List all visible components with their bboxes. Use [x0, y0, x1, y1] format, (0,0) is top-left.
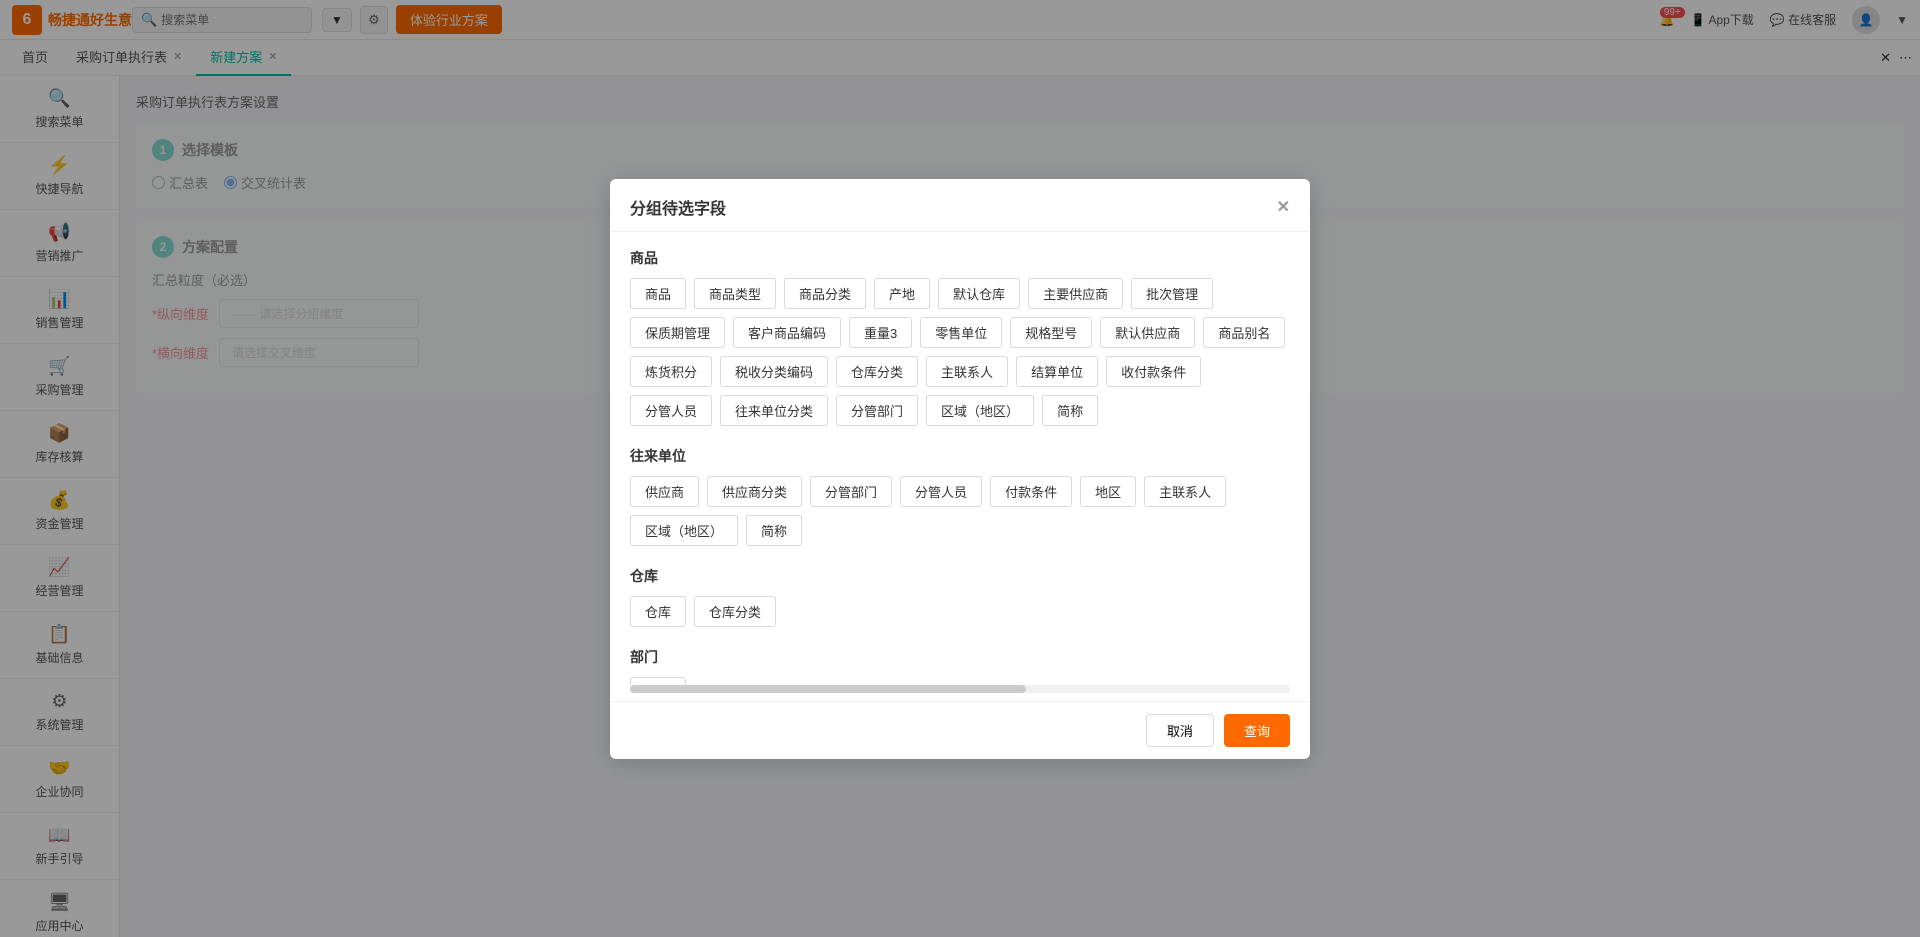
field-tag[interactable]: 往来单位分类 [720, 395, 828, 426]
field-tag[interactable]: 部门 [630, 677, 686, 685]
section-title-department: 部门 [630, 647, 1290, 667]
field-tag[interactable]: 商品分类 [784, 278, 866, 309]
section-warehouse: 仓库 仓库 仓库分类 [630, 566, 1290, 627]
field-tag[interactable]: 商品 [630, 278, 686, 309]
field-tag[interactable]: 仓库分类 [694, 596, 776, 627]
field-tag[interactable]: 结算单位 [1016, 356, 1098, 387]
section-title-product: 商品 [630, 248, 1290, 268]
field-tag[interactable]: 默认供应商 [1100, 317, 1195, 348]
field-tag[interactable]: 产地 [874, 278, 930, 309]
field-tag[interactable]: 主联系人 [926, 356, 1008, 387]
field-tags-warehouse: 仓库 仓库分类 [630, 596, 1290, 627]
field-tag[interactable]: 区域（地区） [926, 395, 1034, 426]
field-tags-department: 部门 [630, 677, 1290, 685]
field-tag[interactable]: 重量3 [849, 317, 912, 348]
modal-overlay: 分组待选字段 ✕ 商品 商品 商品类型 商品分类 产地 默认仓库 主要供应商 [120, 76, 1920, 937]
field-tag[interactable]: 主联系人 [1144, 476, 1226, 507]
section-department: 部门 部门 [630, 647, 1290, 685]
modal-horizontal-scrollbar[interactable] [630, 685, 1290, 693]
confirm-button[interactable]: 查询 [1224, 714, 1290, 747]
hscroll-thumb [630, 685, 1026, 693]
field-tag[interactable]: 客户商品编码 [733, 317, 841, 348]
field-tag[interactable]: 区域（地区） [630, 515, 738, 546]
field-tag[interactable]: 商品别名 [1203, 317, 1285, 348]
field-tag[interactable]: 零售单位 [920, 317, 1002, 348]
field-tag[interactable]: 仓库分类 [836, 356, 918, 387]
field-tag[interactable]: 供应商 [630, 476, 699, 507]
field-tag[interactable]: 付款条件 [990, 476, 1072, 507]
content-area: 采购订单执行表方案设置 1 选择模板 汇总表 交叉统计表 2 方案配置 汇总粒度… [120, 76, 1920, 937]
field-tag[interactable]: 简称 [1042, 395, 1098, 426]
field-tag[interactable]: 地区 [1080, 476, 1136, 507]
field-tag[interactable]: 供应商分类 [707, 476, 802, 507]
field-tag[interactable]: 炼货积分 [630, 356, 712, 387]
section-title-warehouse: 仓库 [630, 566, 1290, 586]
field-tag[interactable]: 主要供应商 [1028, 278, 1123, 309]
field-tag[interactable]: 分管部门 [836, 395, 918, 426]
field-tags-product: 商品 商品类型 商品分类 产地 默认仓库 主要供应商 批次管理 保质期管理 客户… [630, 278, 1290, 426]
modal-title: 分组待选字段 [630, 195, 726, 219]
field-tag[interactable]: 收付款条件 [1106, 356, 1201, 387]
field-tag[interactable]: 保质期管理 [630, 317, 725, 348]
field-tag[interactable]: 默认仓库 [938, 278, 1020, 309]
field-tag[interactable]: 分管人员 [900, 476, 982, 507]
modal-close-button[interactable]: ✕ [1277, 197, 1290, 217]
field-tag[interactable]: 税收分类编码 [720, 356, 828, 387]
field-tag[interactable]: 批次管理 [1131, 278, 1213, 309]
modal-header: 分组待选字段 ✕ [610, 179, 1310, 232]
modal-body[interactable]: 商品 商品 商品类型 商品分类 产地 默认仓库 主要供应商 批次管理 保质期管理… [610, 232, 1310, 685]
field-tag[interactable]: 规格型号 [1010, 317, 1092, 348]
field-tag[interactable]: 仓库 [630, 596, 686, 627]
modal-footer: 取消 查询 [610, 701, 1310, 759]
field-tag[interactable]: 分管部门 [810, 476, 892, 507]
field-tag[interactable]: 商品类型 [694, 278, 776, 309]
section-partner: 往来单位 供应商 供应商分类 分管部门 分管人员 付款条件 地区 主联系人 区域… [630, 446, 1290, 546]
cancel-button[interactable]: 取消 [1146, 714, 1214, 747]
section-title-partner: 往来单位 [630, 446, 1290, 466]
field-tags-partner: 供应商 供应商分类 分管部门 分管人员 付款条件 地区 主联系人 区域（地区） … [630, 476, 1290, 546]
section-product: 商品 商品 商品类型 商品分类 产地 默认仓库 主要供应商 批次管理 保质期管理… [630, 248, 1290, 426]
field-selection-modal: 分组待选字段 ✕ 商品 商品 商品类型 商品分类 产地 默认仓库 主要供应商 [610, 179, 1310, 759]
field-tag[interactable]: 分管人员 [630, 395, 712, 426]
field-tag[interactable]: 简称 [746, 515, 802, 546]
main-layout: 🔍 搜索菜单 ⚡ 快捷导航 📢 营销推广 📊 销售管理 🛒 采购管理 📦 库存核… [0, 76, 1920, 937]
